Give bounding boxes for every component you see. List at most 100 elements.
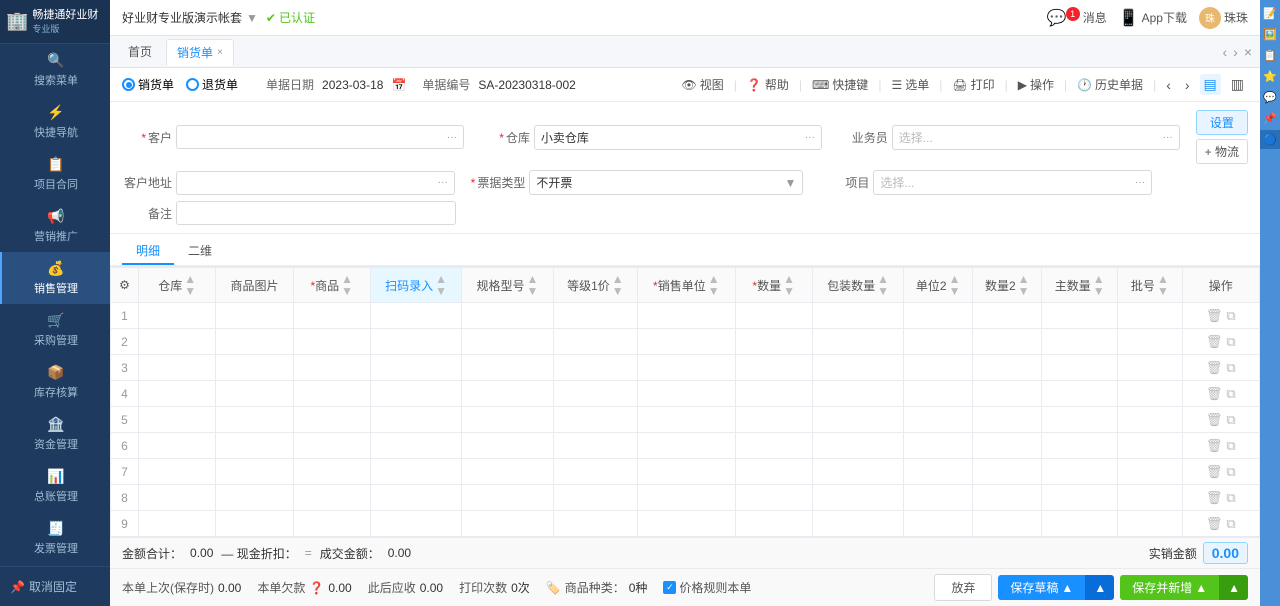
row-unit2[interactable] — [904, 329, 973, 355]
row-warehouse[interactable] — [139, 355, 216, 381]
th-settings[interactable]: ⚙ — [111, 268, 139, 303]
th-unit2[interactable]: 单位2▲▼ — [904, 268, 973, 303]
row-barcode[interactable] — [370, 511, 461, 537]
delete-row-icon[interactable]: 🗑 — [1206, 308, 1223, 324]
row-unit2[interactable] — [904, 433, 973, 459]
delete-row-icon[interactable]: 🗑 — [1206, 334, 1223, 350]
select-btn[interactable]: ☰ 选单 — [887, 74, 933, 95]
row-qty2[interactable] — [973, 303, 1042, 329]
row-product[interactable] — [293, 329, 370, 355]
row-sale-unit[interactable] — [638, 355, 735, 381]
table-row[interactable]: 3 🗑 ⧉ — [111, 355, 1260, 381]
th-price1[interactable]: 等级1价▲▼ — [553, 268, 638, 303]
tab-close-all-icon[interactable]: × — [1244, 44, 1252, 60]
form-nav-next[interactable]: › — [1181, 75, 1194, 95]
th-qty2[interactable]: 数量2▲▼ — [973, 268, 1042, 303]
table-row[interactable]: 1 🗑 ⧉ — [111, 303, 1260, 329]
save-new-dropdown-button[interactable]: ▲ — [1219, 575, 1248, 600]
row-product[interactable] — [293, 355, 370, 381]
row-spec[interactable] — [462, 459, 553, 485]
row-qty2[interactable] — [973, 329, 1042, 355]
view-btn[interactable]: 👁 视图 — [678, 74, 728, 95]
row-product[interactable] — [293, 485, 370, 511]
row-price1[interactable] — [553, 511, 638, 537]
row-product[interactable] — [293, 407, 370, 433]
row-batch[interactable] — [1118, 459, 1182, 485]
layout-list-btn[interactable]: ▤ — [1200, 74, 1221, 95]
sidebar-item-inventory[interactable]: 📦 库存核算 — [0, 356, 110, 408]
row-qty2[interactable] — [973, 407, 1042, 433]
row-main-qty[interactable] — [1042, 355, 1118, 381]
row-main-qty[interactable] — [1042, 329, 1118, 355]
row-sale-unit[interactable] — [638, 407, 735, 433]
row-spec[interactable] — [462, 329, 553, 355]
delete-row-icon[interactable]: 🗑 — [1206, 464, 1223, 480]
copy-row-icon[interactable]: ⧉ — [1226, 490, 1235, 506]
row-warehouse[interactable] — [139, 329, 216, 355]
row-qty[interactable] — [735, 485, 812, 511]
row-unit2[interactable] — [904, 407, 973, 433]
row-price1[interactable] — [553, 485, 638, 511]
row-barcode[interactable] — [370, 303, 461, 329]
customer-input[interactable]: ··· — [176, 125, 464, 149]
project-dots-icon[interactable]: ··· — [1135, 177, 1145, 188]
row-main-qty[interactable] — [1042, 485, 1118, 511]
delete-row-icon[interactable]: 🗑 — [1206, 412, 1223, 428]
row-barcode[interactable] — [370, 407, 461, 433]
layout-grid-btn[interactable]: ▥ — [1227, 74, 1248, 95]
note-input[interactable] — [176, 201, 456, 225]
tab-sale-order[interactable]: 销货单 × — [166, 39, 234, 66]
price-check-item[interactable]: 价格规则本单 — [663, 579, 751, 596]
row-qty[interactable] — [735, 303, 812, 329]
right-panel-icon-0[interactable]: 📝 — [1260, 4, 1280, 23]
row-barcode[interactable] — [370, 459, 461, 485]
row-unit2[interactable] — [904, 355, 973, 381]
tab-next-icon[interactable]: › — [1233, 44, 1238, 60]
row-price1[interactable] — [553, 329, 638, 355]
shortcut-btn[interactable]: ⌨ 快捷键 — [808, 74, 872, 95]
row-price1[interactable] — [553, 355, 638, 381]
row-spec[interactable] — [462, 485, 553, 511]
row-batch[interactable] — [1118, 407, 1182, 433]
salesperson-dots-icon[interactable]: ··· — [1163, 132, 1173, 143]
row-warehouse[interactable] — [139, 407, 216, 433]
sale-radio[interactable]: 销货单 — [122, 76, 174, 93]
right-panel-icon-3[interactable]: ⭐ — [1260, 67, 1280, 86]
row-main-qty[interactable] — [1042, 381, 1118, 407]
tab-prev-icon[interactable]: ‹ — [1222, 44, 1227, 60]
operation-btn[interactable]: ▶ 操作 — [1014, 74, 1058, 95]
company-selector[interactable]: 好业财专业版演示帐套 ▼ — [122, 9, 258, 26]
row-qty2[interactable] — [973, 433, 1042, 459]
row-qty2[interactable] — [973, 511, 1042, 537]
sidebar-item-invoice[interactable]: 🧾 发票管理 — [0, 512, 110, 564]
add-logistics-button[interactable]: + 物流 — [1196, 139, 1248, 164]
invoice-select[interactable]: 不开票 ▼ — [529, 170, 803, 195]
row-unit2[interactable] — [904, 511, 973, 537]
row-batch[interactable] — [1118, 485, 1182, 511]
row-barcode[interactable] — [370, 433, 461, 459]
row-price1[interactable] — [553, 459, 638, 485]
row-qty2[interactable] — [973, 381, 1042, 407]
row-main-qty[interactable] — [1042, 303, 1118, 329]
th-sale-unit[interactable]: *销售单位▲▼ — [638, 268, 735, 303]
copy-row-icon[interactable]: ⧉ — [1226, 464, 1235, 480]
row-barcode[interactable] — [370, 355, 461, 381]
row-pack-qty[interactable] — [812, 459, 903, 485]
copy-row-icon[interactable]: ⧉ — [1226, 412, 1235, 428]
th-barcode[interactable]: 扫码录入▲▼ — [370, 268, 461, 303]
row-sale-unit[interactable] — [638, 485, 735, 511]
row-sale-unit[interactable] — [638, 433, 735, 459]
copy-row-icon[interactable]: ⧉ — [1226, 334, 1235, 350]
th-main-qty[interactable]: 主数量▲▼ — [1042, 268, 1118, 303]
row-spec[interactable] — [462, 511, 553, 537]
settings-icon[interactable]: ⚙ — [119, 278, 130, 292]
th-qty[interactable]: *数量▲▼ — [735, 268, 812, 303]
row-unit2[interactable] — [904, 381, 973, 407]
row-pack-qty[interactable] — [812, 433, 903, 459]
row-pack-qty[interactable] — [812, 407, 903, 433]
row-warehouse[interactable] — [139, 511, 216, 537]
table-row[interactable]: 6 🗑 ⧉ — [111, 433, 1260, 459]
row-price1[interactable] — [553, 381, 638, 407]
table-row[interactable]: 8 🗑 ⧉ — [111, 485, 1260, 511]
history-btn[interactable]: 🕐 历史单据 — [1073, 74, 1147, 95]
